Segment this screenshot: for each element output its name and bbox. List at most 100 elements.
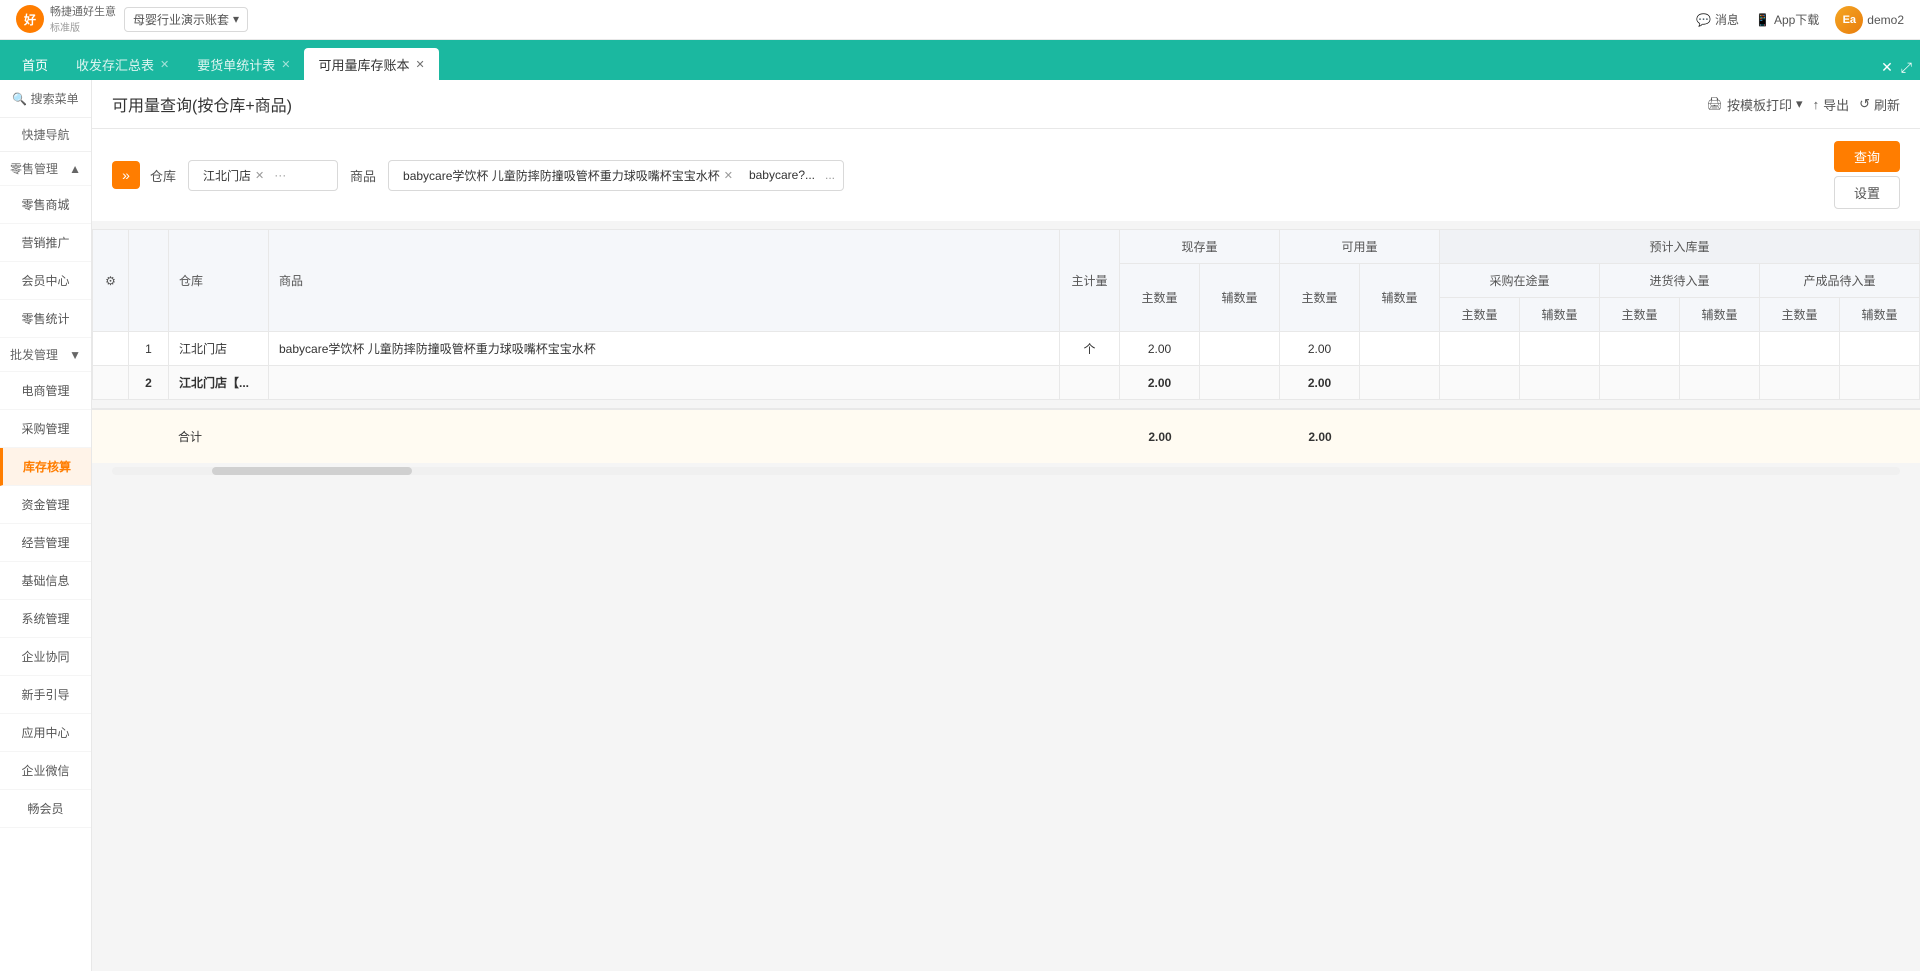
export-label: 导出 bbox=[1823, 95, 1849, 114]
refresh-label: 刷新 bbox=[1874, 95, 1900, 114]
row1-warehouse: 江北门店 bbox=[169, 332, 269, 366]
sidebar-section-retail-label: 零售管理 bbox=[10, 160, 58, 177]
tab-close-all-icon[interactable]: ✕ bbox=[1881, 59, 1893, 76]
row2-product bbox=[269, 366, 1060, 400]
setting-btn[interactable]: 设置 bbox=[1834, 176, 1900, 209]
tab-expand-icon[interactable]: ⤢ bbox=[1901, 59, 1912, 76]
sidebar-item-enterprise-wechat[interactable]: 企业微信 bbox=[0, 752, 91, 790]
sidebar-search-label: 搜索菜单 bbox=[31, 92, 79, 106]
table-container: ⚙ 仓库 商品 主计量 现存量 bbox=[92, 229, 1920, 400]
export-btn[interactable]: ↑ 导出 bbox=[1813, 95, 1850, 114]
sidebar-item-members[interactable]: 会员中心 bbox=[0, 262, 91, 300]
product-tag-2: babycare?... bbox=[743, 166, 821, 184]
main-layout: 🔍 搜索菜单 快捷导航 零售管理 ▲ 零售商城 营销推广 会员中心 零售统计 批… bbox=[0, 80, 1920, 971]
sidebar-item-retail-mall-label: 零售商城 bbox=[21, 198, 69, 212]
warehouse-tag-close[interactable]: ✕ bbox=[255, 169, 264, 182]
th-available: 可用量 bbox=[1280, 230, 1440, 264]
tab-bar: 首页 收发存汇总表 ✕ 要货单统计表 ✕ 可用量库存账本 ✕ ✕ ⤢ bbox=[0, 40, 1920, 80]
th-current-main: 主数量 bbox=[1120, 264, 1200, 332]
tab-home[interactable]: 首页 bbox=[8, 48, 62, 80]
username-label: demo2 bbox=[1867, 13, 1904, 27]
sidebar-item-basic-info[interactable]: 基础信息 bbox=[0, 562, 91, 600]
sidebar-item-finance[interactable]: 资金管理 bbox=[0, 486, 91, 524]
row1-current-main: 2.00 bbox=[1120, 332, 1200, 366]
row2-incoming-sub bbox=[1680, 366, 1760, 400]
page-header: 可用量查询(按仓库+商品) 🖨 按模板打印 ▾ ↑ 导出 ↺ 刷新 bbox=[92, 80, 1920, 129]
warehouse-more[interactable]: ··· bbox=[274, 168, 286, 182]
filter-toggle-btn[interactable]: » bbox=[112, 161, 140, 189]
row2-available-sub bbox=[1360, 366, 1440, 400]
sidebar-item-inventory[interactable]: 库存核算 bbox=[0, 448, 91, 486]
product-tag-2-value: babycare?... bbox=[749, 168, 815, 182]
row2-unit bbox=[1060, 366, 1120, 400]
sidebar-item-marketing-label: 营销推广 bbox=[21, 236, 69, 250]
sidebar-section-wholesale[interactable]: 批发管理 ▼ bbox=[0, 338, 91, 372]
sidebar-item-ecommerce[interactable]: 电商管理 bbox=[0, 372, 91, 410]
sidebar-item-chang-members-label: 畅会员 bbox=[27, 802, 63, 816]
sidebar-item-operations[interactable]: 经营管理 bbox=[0, 524, 91, 562]
product-tag-1-close[interactable]: ✕ bbox=[724, 169, 733, 182]
sidebar-quick-nav[interactable]: 快捷导航 bbox=[0, 118, 91, 152]
avatar: Ea bbox=[1835, 6, 1863, 34]
tab-available-stock[interactable]: 可用量库存账本 ✕ bbox=[304, 48, 438, 80]
th-incoming-main: 主数量 bbox=[1600, 298, 1680, 332]
row1-checkbox[interactable] bbox=[93, 332, 129, 366]
sidebar-item-enterprise[interactable]: 企业协同 bbox=[0, 638, 91, 676]
tab-order-stats[interactable]: 要货单统计表 ✕ bbox=[183, 48, 304, 80]
scroll-thumb[interactable] bbox=[212, 467, 412, 475]
th-settings[interactable]: ⚙ bbox=[93, 230, 129, 332]
product-tag-1-value: babycare学饮杯 儿童防摔防撞吸管杯重力球吸嘴杯宝宝水杯 bbox=[403, 167, 720, 184]
sidebar-item-marketing[interactable]: 营销推广 bbox=[0, 224, 91, 262]
th-production-main: 主数量 bbox=[1760, 298, 1840, 332]
sidebar-section-retail[interactable]: 零售管理 ▲ bbox=[0, 152, 91, 186]
sidebar-item-newbie[interactable]: 新手引导 bbox=[0, 676, 91, 714]
sidebar-item-system[interactable]: 系统管理 bbox=[0, 600, 91, 638]
sidebar-item-system-label: 系统管理 bbox=[21, 612, 69, 626]
sidebar-item-enterprise-label: 企业协同 bbox=[21, 650, 69, 664]
tab-available-stock-close[interactable]: ✕ bbox=[416, 58, 425, 71]
user-area[interactable]: Ea demo2 bbox=[1835, 6, 1904, 34]
row2-available-main: 2.00 bbox=[1280, 366, 1360, 400]
product-more[interactable]: ... bbox=[825, 168, 835, 182]
search-icon: 🔍 bbox=[12, 92, 27, 106]
row2-purchase-transit-main bbox=[1440, 366, 1520, 400]
sidebar-item-operations-label: 经营管理 bbox=[21, 536, 69, 550]
page-title: 可用量查询(按仓库+商品) bbox=[112, 92, 292, 116]
logo-sub: 标准版 bbox=[50, 19, 116, 34]
industry-selector[interactable]: 母婴行业演示账套 ▾ bbox=[124, 7, 248, 32]
print-btn[interactable]: 🖨 按模板打印 ▾ bbox=[1707, 95, 1803, 114]
th-purchase-transit-sub: 辅数量 bbox=[1520, 298, 1600, 332]
sidebar-item-retail-stats-label: 零售统计 bbox=[21, 312, 69, 326]
scroll-track[interactable] bbox=[112, 467, 1900, 475]
sidebar-item-chang-members[interactable]: 畅会员 bbox=[0, 790, 91, 828]
row2-checkbox[interactable] bbox=[93, 366, 129, 400]
row2-warehouse: 江北门店【... bbox=[169, 366, 269, 400]
sidebar-item-basic-info-label: 基础信息 bbox=[21, 574, 69, 588]
sidebar-section-wholesale-label: 批发管理 bbox=[10, 346, 58, 363]
app-download-btn[interactable]: 📱 App下载 bbox=[1755, 11, 1819, 28]
refresh-btn[interactable]: ↺ 刷新 bbox=[1859, 95, 1900, 114]
warehouse-tag-value: 江北门店 bbox=[203, 167, 251, 184]
tab-receipt-summary[interactable]: 收发存汇总表 ✕ bbox=[62, 48, 183, 80]
sidebar-item-retail-stats[interactable]: 零售统计 bbox=[0, 300, 91, 338]
message-btn[interactable]: 💬 消息 bbox=[1696, 11, 1739, 28]
sidebar-item-retail-mall[interactable]: 零售商城 bbox=[0, 186, 91, 224]
sidebar-item-purchase-label: 采购管理 bbox=[21, 422, 69, 436]
top-bar-left: 好 畅捷通好生意 标准版 母婴行业演示账套 ▾ bbox=[16, 5, 248, 34]
sidebar-item-enterprise-wechat-label: 企业微信 bbox=[21, 764, 69, 778]
app-download-icon: 📱 bbox=[1755, 13, 1770, 27]
footer-total-table: 合计 2.00 2.00 bbox=[92, 420, 1920, 453]
product-input[interactable]: babycare学饮杯 儿童防摔防撞吸管杯重力球吸嘴杯宝宝水杯 ✕ babyca… bbox=[388, 160, 844, 191]
tab-available-stock-label: 可用量库存账本 bbox=[318, 55, 409, 74]
query-btn[interactable]: 查询 bbox=[1834, 141, 1900, 172]
row2-purchase-transit-sub bbox=[1520, 366, 1600, 400]
tab-order-stats-close[interactable]: ✕ bbox=[281, 58, 290, 71]
tab-receipt-summary-close[interactable]: ✕ bbox=[160, 58, 169, 71]
th-incoming-pending: 进货待入量 bbox=[1600, 264, 1760, 298]
row2-current-sub bbox=[1200, 366, 1280, 400]
sidebar-item-apps[interactable]: 应用中心 bbox=[0, 714, 91, 752]
sidebar-item-purchase[interactable]: 采购管理 bbox=[0, 410, 91, 448]
filter-actions: 查询 设置 bbox=[1834, 141, 1900, 209]
sidebar-search[interactable]: 🔍 搜索菜单 bbox=[0, 80, 91, 118]
warehouse-input[interactable]: 江北门店 ✕ ··· bbox=[188, 160, 338, 191]
